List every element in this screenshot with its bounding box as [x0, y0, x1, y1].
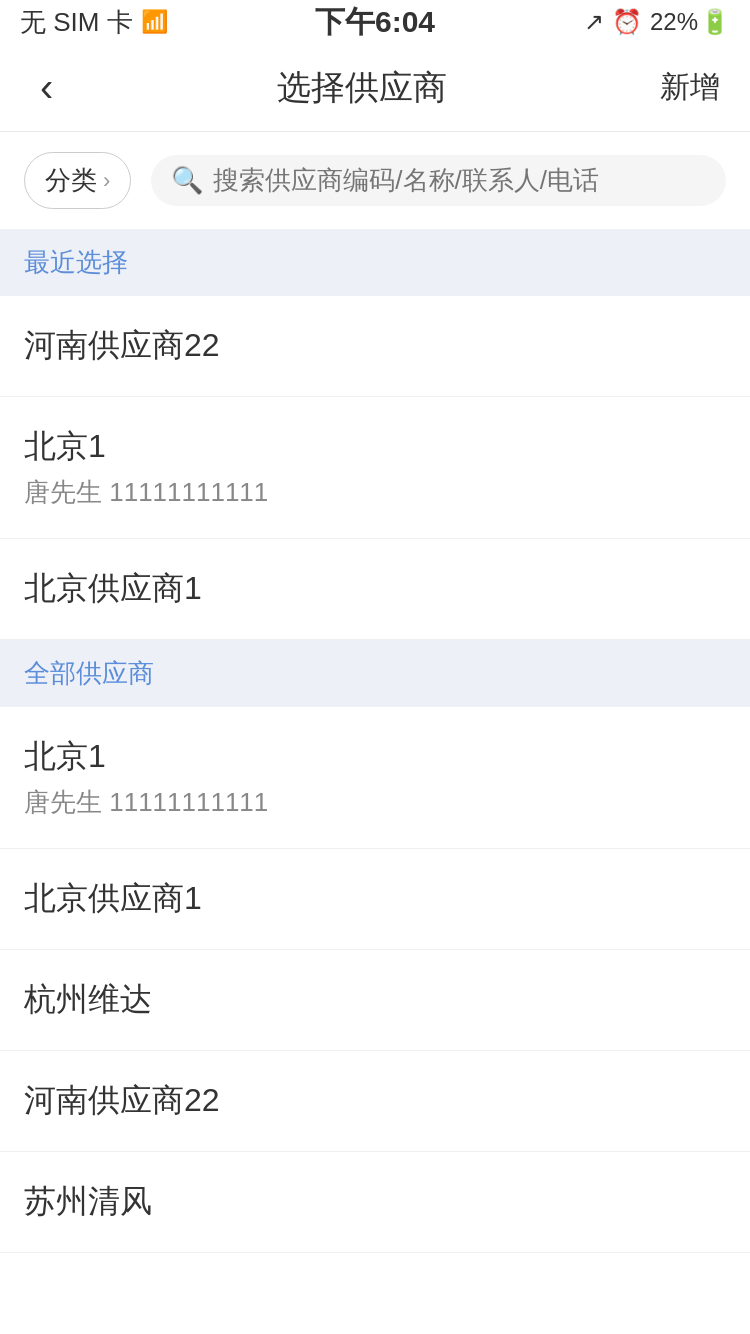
recent-section-label: 最近选择	[24, 247, 128, 277]
list-item[interactable]: 北京供应商1	[0, 539, 750, 640]
list-item[interactable]: 河南供应商22	[0, 296, 750, 397]
list-item[interactable]: 北京1 唐先生 11111111111	[0, 397, 750, 539]
battery-icon: 🔋	[700, 8, 730, 36]
recent-list: 河南供应商22 北京1 唐先生 11111111111 北京供应商1	[0, 296, 750, 640]
status-right: ↗ ⏰ 22% 🔋	[584, 8, 730, 36]
battery-indicator: 22% 🔋	[650, 8, 730, 36]
item-name: 苏州清风	[24, 1180, 726, 1224]
search-input[interactable]	[213, 165, 706, 196]
nav-bar: ‹ 选择供应商 新增	[0, 44, 750, 132]
wifi-icon: 📶	[141, 9, 168, 35]
list-item[interactable]: 杭州维达	[0, 950, 750, 1051]
item-name: 杭州维达	[24, 978, 726, 1022]
all-section-header: 全部供应商	[0, 640, 750, 707]
status-bar: 无 SIM 卡 📶 下午6:04 ↗ ⏰ 22% 🔋	[0, 0, 750, 44]
item-sub: 唐先生 11111111111	[24, 475, 726, 510]
all-section-label: 全部供应商	[24, 658, 154, 688]
back-button[interactable]: ‹	[30, 55, 63, 120]
alarm-icon: ⏰	[612, 8, 642, 36]
item-name: 北京供应商1	[24, 877, 726, 921]
all-list: 北京1 唐先生 11111111111 北京供应商1 杭州维达河南供应商22 苏州清风	[0, 707, 750, 1253]
add-new-button[interactable]: 新增	[660, 67, 720, 108]
search-icon: 🔍	[171, 165, 203, 196]
list-item[interactable]: 苏州清风	[0, 1152, 750, 1253]
recent-section-header: 最近选择	[0, 229, 750, 296]
list-item[interactable]: 北京供应商1	[0, 849, 750, 950]
item-name: 河南供应商22	[24, 1079, 726, 1123]
status-left: 无 SIM 卡 📶	[20, 5, 168, 40]
search-input-wrap: 🔍	[151, 155, 726, 206]
search-bar: 分类 › 🔍	[0, 132, 750, 229]
chevron-right-icon: ›	[103, 168, 110, 194]
item-name: 北京1	[24, 735, 726, 779]
list-item[interactable]: 河南供应商22	[0, 1051, 750, 1152]
item-name: 河南供应商22	[24, 324, 726, 368]
item-name: 北京供应商1	[24, 567, 726, 611]
item-name: 北京1	[24, 425, 726, 469]
category-label: 分类	[45, 163, 97, 198]
no-sim-text: 无 SIM 卡	[20, 5, 133, 40]
page-title: 选择供应商	[277, 65, 447, 111]
battery-percent: 22%	[650, 8, 698, 36]
category-button[interactable]: 分类 ›	[24, 152, 131, 209]
list-item[interactable]: 北京1 唐先生 11111111111	[0, 707, 750, 849]
status-time: 下午6:04	[315, 2, 435, 43]
location-icon: ↗	[584, 8, 604, 36]
item-sub: 唐先生 11111111111	[24, 785, 726, 820]
